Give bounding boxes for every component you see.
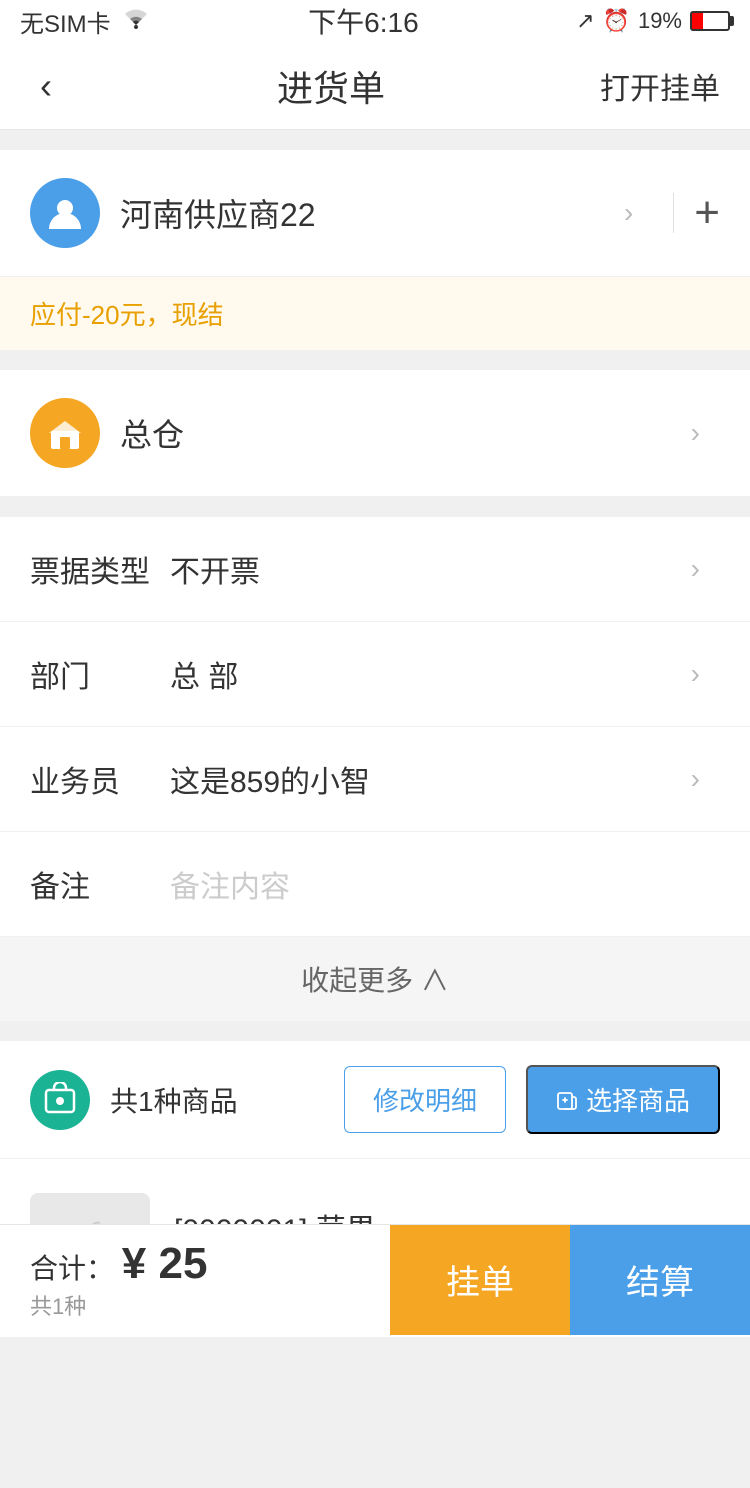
divider — [673, 193, 674, 233]
edit-detail-button[interactable]: 修改明细 — [344, 1066, 506, 1133]
salesman-value: 这是859的小智 — [170, 757, 691, 801]
warehouse-name: 总仓 — [120, 410, 691, 456]
status-bar: 无SIM卡 下午6:16 ↗ ⏰ 19% — [0, 0, 750, 42]
notice-text: 应付-20元，现结 — [30, 300, 224, 330]
status-left: 无SIM卡 — [20, 4, 151, 39]
product-count-text: 共1种商品 — [110, 1080, 324, 1120]
location-icon: ↗ — [576, 8, 594, 34]
warehouse-card: 总仓 › — [0, 370, 750, 497]
select-product-label: 选择商品 — [586, 1081, 690, 1118]
wifi-icon — [121, 7, 151, 36]
supplier-avatar — [30, 178, 100, 248]
checkout-button[interactable]: 结算 — [570, 1225, 750, 1335]
salesman-row[interactable]: 业务员 这是859的小智 › — [0, 727, 750, 832]
remark-input[interactable]: 备注内容 — [170, 862, 720, 906]
open-hang-button[interactable]: 打开挂单 — [600, 64, 720, 108]
department-row[interactable]: 部门 总 部 › — [0, 622, 750, 727]
nav-bar: ‹ 进货单 打开挂单 — [0, 42, 750, 130]
gap3 — [0, 497, 750, 517]
hang-label: 挂单 — [446, 1255, 514, 1304]
product-count-icon — [30, 1070, 90, 1130]
remark-label: 备注 — [30, 862, 170, 906]
salesman-label: 业务员 — [30, 757, 170, 801]
footer-total-row: 合计： ¥ 25 — [30, 1239, 360, 1289]
status-right: ↗ ⏰ 19% — [576, 8, 730, 34]
collapse-button[interactable]: 收起更多 ∧ — [0, 937, 750, 1021]
invoice-chevron-icon: › — [691, 553, 700, 585]
salesman-chevron-icon: › — [691, 763, 700, 795]
status-time: 下午6:16 — [308, 1, 419, 41]
form-card: 票据类型 不开票 › 部门 总 部 › 业务员 这是859的小智 › 备注 备注… — [0, 517, 750, 937]
supplier-row[interactable]: 河南供应商22 › + — [0, 150, 750, 277]
warehouse-chevron-icon: › — [691, 417, 700, 449]
add-button[interactable]: + — [694, 191, 720, 235]
alarm-icon: ⏰ — [603, 8, 630, 34]
battery-percent: 19% — [638, 8, 682, 34]
department-label: 部门 — [30, 652, 170, 696]
bottom-spacer — [0, 1338, 750, 1368]
invoice-type-row[interactable]: 票据类型 不开票 › — [0, 517, 750, 622]
department-chevron-icon: › — [691, 658, 700, 690]
supplier-name: 河南供应商22 — [120, 190, 624, 236]
warehouse-row[interactable]: 总仓 › — [0, 370, 750, 497]
invoice-type-value: 不开票 — [170, 547, 691, 591]
footer-total-amount: ¥ 25 — [122, 1239, 208, 1288]
products-header: 共1种商品 修改明细 选择商品 — [0, 1041, 750, 1159]
select-product-button[interactable]: 选择商品 — [526, 1065, 720, 1134]
gap4 — [0, 1021, 750, 1041]
battery-icon — [690, 11, 730, 31]
supplier-card: 河南供应商22 › + 应付-20元，现结 — [0, 150, 750, 350]
footer-total-label: 合计： — [30, 1253, 114, 1284]
footer-sub-label: 共1种 — [30, 1289, 360, 1321]
invoice-type-label: 票据类型 — [30, 547, 170, 591]
footer-total: 合计： ¥ 25 共1种 — [0, 1239, 390, 1321]
notice-bar: 应付-20元，现结 — [0, 277, 750, 350]
back-button[interactable]: ‹ — [30, 55, 62, 117]
hang-button[interactable]: 挂单 — [390, 1225, 570, 1335]
page-title: 进货单 — [277, 60, 385, 112]
department-value: 总 部 — [170, 652, 691, 696]
remark-row[interactable]: 备注 备注内容 — [0, 832, 750, 937]
gap1 — [0, 130, 750, 150]
warehouse-icon — [30, 398, 100, 468]
checkout-label: 结算 — [626, 1255, 694, 1304]
signal-text: 无SIM卡 — [20, 4, 111, 39]
gap2 — [0, 350, 750, 370]
supplier-chevron-icon: › — [624, 197, 633, 229]
footer: 合计： ¥ 25 共1种 挂单 结算 — [0, 1224, 750, 1334]
collapse-label: 收起更多 ∧ — [301, 965, 449, 996]
